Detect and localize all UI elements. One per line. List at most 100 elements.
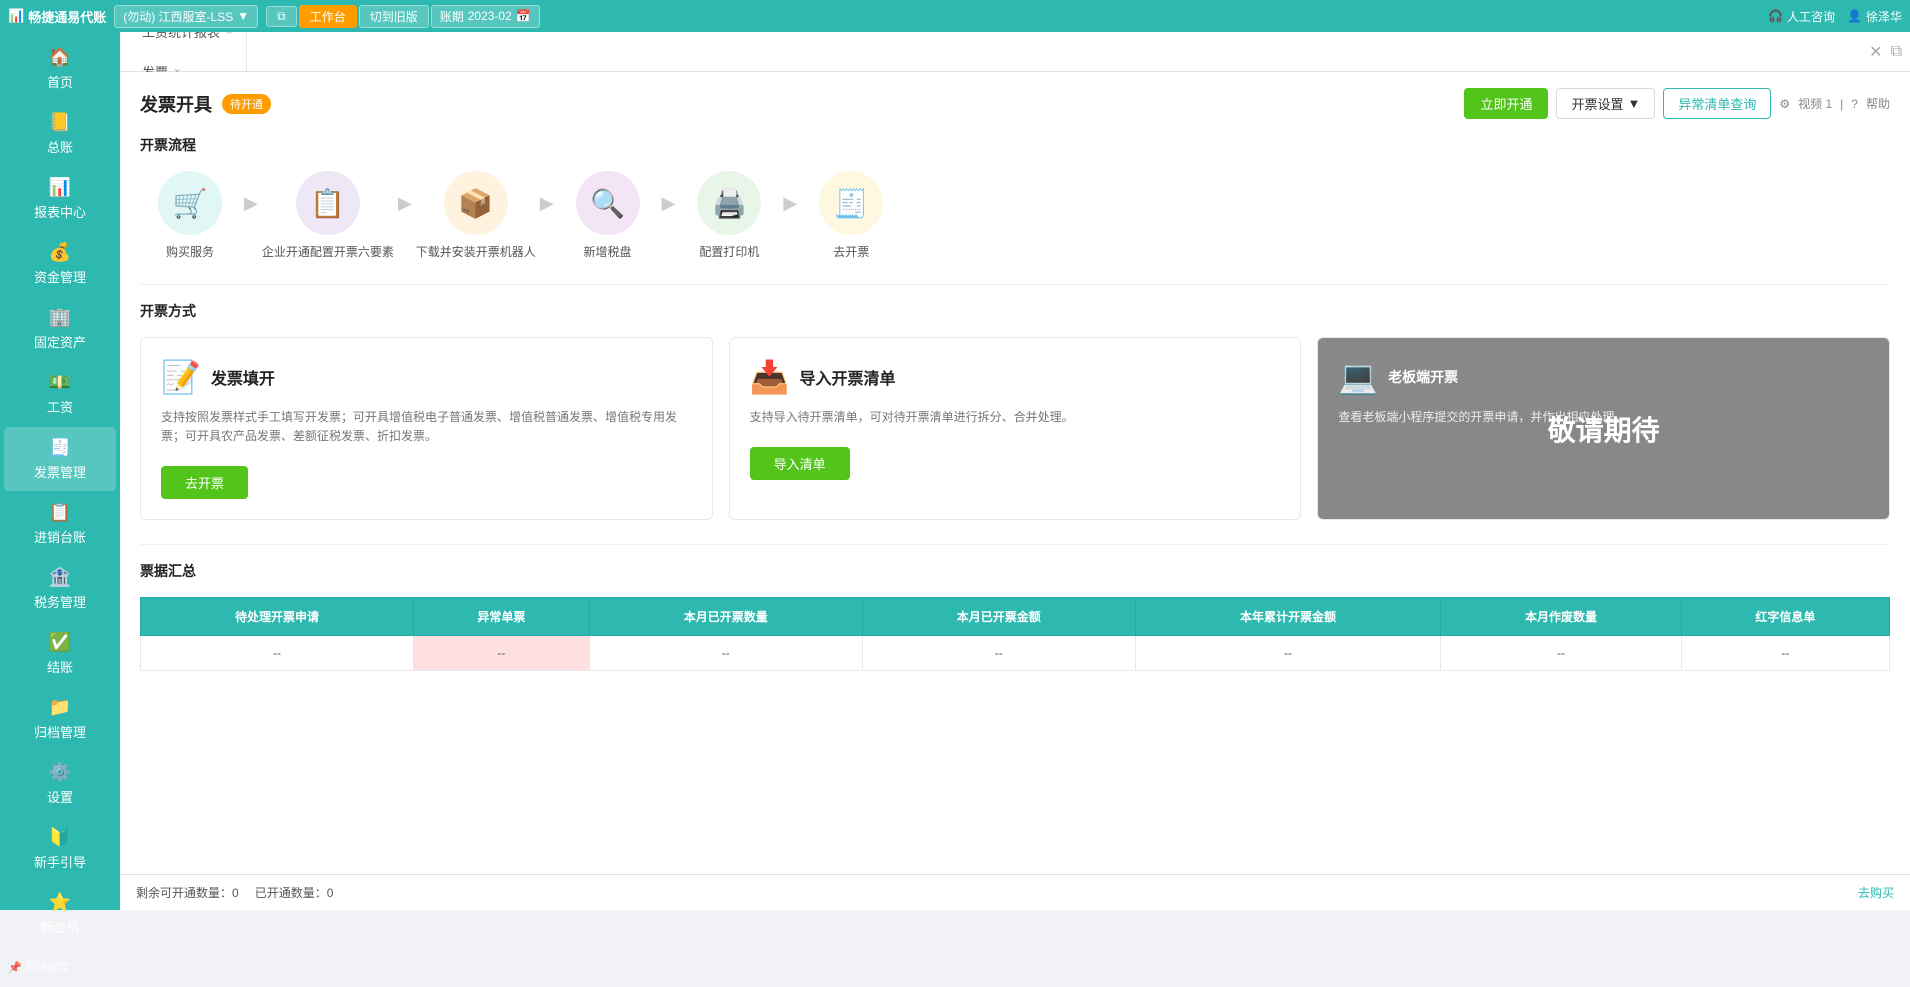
process-icon-config_printer: 🖨️ [697,171,761,235]
process-icon-download: 📦 [444,171,508,235]
summary-col-2: 本月已开票数量 [589,598,862,636]
sidebar-item-ledger[interactable]: 📒总账 [4,102,116,166]
add_taxdisk-icon: 🔍 [590,187,625,220]
top-bar: 📊 畅捷通易代账 (勿动) 江西服室-LSS ▼ ⧉ 工作台 切到旧版 账期 2… [0,0,1910,32]
tab-paystat[interactable]: 工资统计报表× [128,32,247,52]
process-step-config: 📋 企业开通配置开票六要素 [262,171,394,260]
view-icon: ⚙ [1779,97,1790,111]
method-header-manual: 📝 发票填开 [161,358,692,396]
page-header: 发票开具 待开通 立即开通 开票设置 ▼ 异常清单查询 ⚙ 视频 1 | ? [140,88,1890,119]
work-station-button[interactable]: 工作台 [299,5,357,28]
process-label-download: 下载并安装开票机器人 [416,243,536,260]
immediate-open-button[interactable]: 立即开通 [1464,88,1548,119]
process-arrow: ▶ [540,193,554,214]
method-card-import: 📥 导入开票清单 支持导入待开票清单，可对待开票清单进行拆分、合并处理。 导入清… [729,337,1302,520]
unpin-button[interactable]: 📌 取消固定 [4,955,116,979]
config_printer-icon: 🖨️ [712,187,747,220]
purchase-icon: 📋 [49,502,71,523]
open-settings-button[interactable]: 开票设置 ▼ [1556,88,1655,119]
method-card-old: 💻 老板端开票 查看老板端小程序提交的开票申请，并作出相应处理。 敬请期待 [1317,337,1890,520]
settings-icon: ⚙️ [49,762,71,783]
company-selector[interactable]: (勿动) 江西服室-LSS ▼ [114,5,258,28]
sidebar-item-funds[interactable]: 💰资金管理 [4,232,116,296]
sidebar-item-archive[interactable]: 📁归档管理 [4,687,116,751]
sidebar-item-member[interactable]: ⭐畅会员 [4,882,116,946]
process-step-issue: 🧾 去开票 [801,171,901,260]
process-step-add_taxdisk: 🔍 新增税盘 [558,171,658,260]
summary-col-1: 异常单票 [414,598,590,636]
settings-arrow-icon: ▼ [1628,96,1641,111]
sidebar-item-purchase[interactable]: 📋 进销台账 [4,492,116,556]
method-button-import[interactable]: 导入清单 [750,447,850,480]
tab-close-icon[interactable]: × [226,32,232,38]
method-button-manual[interactable]: 去开票 [161,466,248,499]
view-count: 视频 1 [1798,95,1832,112]
process-icon-config: 📋 [296,171,360,235]
sidebar: 🏠首页📒总账📊报表中心💰资金管理🏢固定资产💵工资🧾发票管理📋进销台账🏦税务管理✅… [0,32,120,910]
old-icon: 💻 [1338,358,1378,396]
sidebar-item-invoice[interactable]: 🧾发票管理 [4,427,116,491]
process-section-title: 开票流程 [140,135,1890,155]
coming-soon-label: 敬请期待 [1548,409,1660,449]
process-icon-issue: 🧾 [819,171,883,235]
help-icon: ? [1851,97,1858,111]
payroll-icon: 💵 [49,372,71,393]
process-step-download: 📦 下载并安装开票机器人 [416,171,536,260]
sidebar-item-label: 工资 [47,397,73,416]
process-label-add_taxdisk: 新增税盘 [584,243,632,260]
help-label: 帮助 [1866,95,1890,112]
opened-label: 已开通数量：0 [255,884,334,901]
section-divider [140,284,1890,285]
summary-col-3: 本月已开票金额 [862,598,1135,636]
home-icon: 🏠 [49,47,71,68]
summary-header: 待处理开票申请异常单票本月已开票数量本月已开票金额本年累计开票金额本月作废数量红… [141,598,1890,636]
invoice-methods: 📝 发票填开 支持按照发票样式手工填写开发票；可开具增值税电子普通发票、增值税普… [140,337,1890,520]
sidebar-item-payroll[interactable]: 💵 工资 [4,362,116,426]
sidebar-item-settings[interactable]: ⚙️设置 [4,752,116,816]
section-divider2 [140,544,1890,545]
sidebar-item-assets[interactable]: 🏢固定资产 [4,297,116,361]
switch-old-button[interactable]: 切到旧版 [359,5,429,28]
window-controls: ✕ ⧉ [1869,42,1902,62]
summary-col-5: 本月作废数量 [1441,598,1682,636]
sidebar-item-guide[interactable]: 🔰新手引导 [4,817,116,881]
top-bar-left: 📊 畅捷通易代账 (勿动) 江西服室-LSS ▼ ⧉ 工作台 切到旧版 账期 2… [8,5,540,28]
sidebar-item-label: 总账 [47,137,73,156]
support-label: 人工咨询 [1787,8,1835,25]
user-profile[interactable]: 👤 徐泽华 [1847,8,1902,25]
app-logo: 📊 畅捷通易代账 [8,7,106,26]
restore-window-icon[interactable]: ⧉ [1891,43,1902,61]
main-layout: 🏠首页📒总账📊报表中心💰资金管理🏢固定资产💵工资🧾发票管理📋进销台账🏦税务管理✅… [0,32,1910,910]
sidebar-item-label: 归档管理 [34,722,86,741]
sidebar-item-label: 固定资产 [34,332,86,351]
sidebar-item-label: 畅会员 [40,917,79,936]
summary-col-6: 红字信息单 [1681,598,1889,636]
tax-icon: 🏦 [49,567,71,588]
method-header-import: 📥 导入开票清单 [750,358,1281,396]
sidebar-item-settlement[interactable]: ✅结账 [4,622,116,686]
period-selector[interactable]: 账期 2023-02 📅 [431,5,540,28]
method-section-title: 开票方式 [140,301,1890,321]
support-button[interactable]: 🎧 人工咨询 [1768,8,1835,25]
close-window-icon[interactable]: ✕ [1869,42,1882,62]
help-divider: | [1840,97,1843,111]
buy-link[interactable]: 去购买 [1858,884,1894,901]
unpin-label: 取消固定 [26,959,70,975]
method-title-old: 老板端开票 [1388,367,1458,387]
copy-button[interactable]: ⧉ [266,6,297,27]
sidebar-item-reports[interactable]: 📊报表中心 [4,167,116,231]
settlement-icon: ✅ [49,632,71,653]
sidebar-item-tax[interactable]: 🏦税务管理 [4,557,116,621]
summary-val-5: -- [1441,636,1682,671]
calendar-icon: 📅 [516,9,531,23]
process-arrow: ▶ [662,193,676,214]
process-step-config_printer: 🖨️ 配置打印机 [679,171,779,260]
issue-icon: 🧾 [834,187,869,220]
summary-data: -------------- [141,636,1890,671]
bottom-bar: 剩余可开通数量：0 已开通数量：0 去购买 [120,874,1910,910]
sidebar-item-label: 进销台账 [34,527,86,546]
sidebar-item-label: 资金管理 [34,267,86,286]
abnormal-query-button[interactable]: 异常清单查询 [1663,88,1771,119]
sidebar-item-home[interactable]: 🏠首页 [4,37,116,101]
summary-col-0: 待处理开票申请 [141,598,414,636]
